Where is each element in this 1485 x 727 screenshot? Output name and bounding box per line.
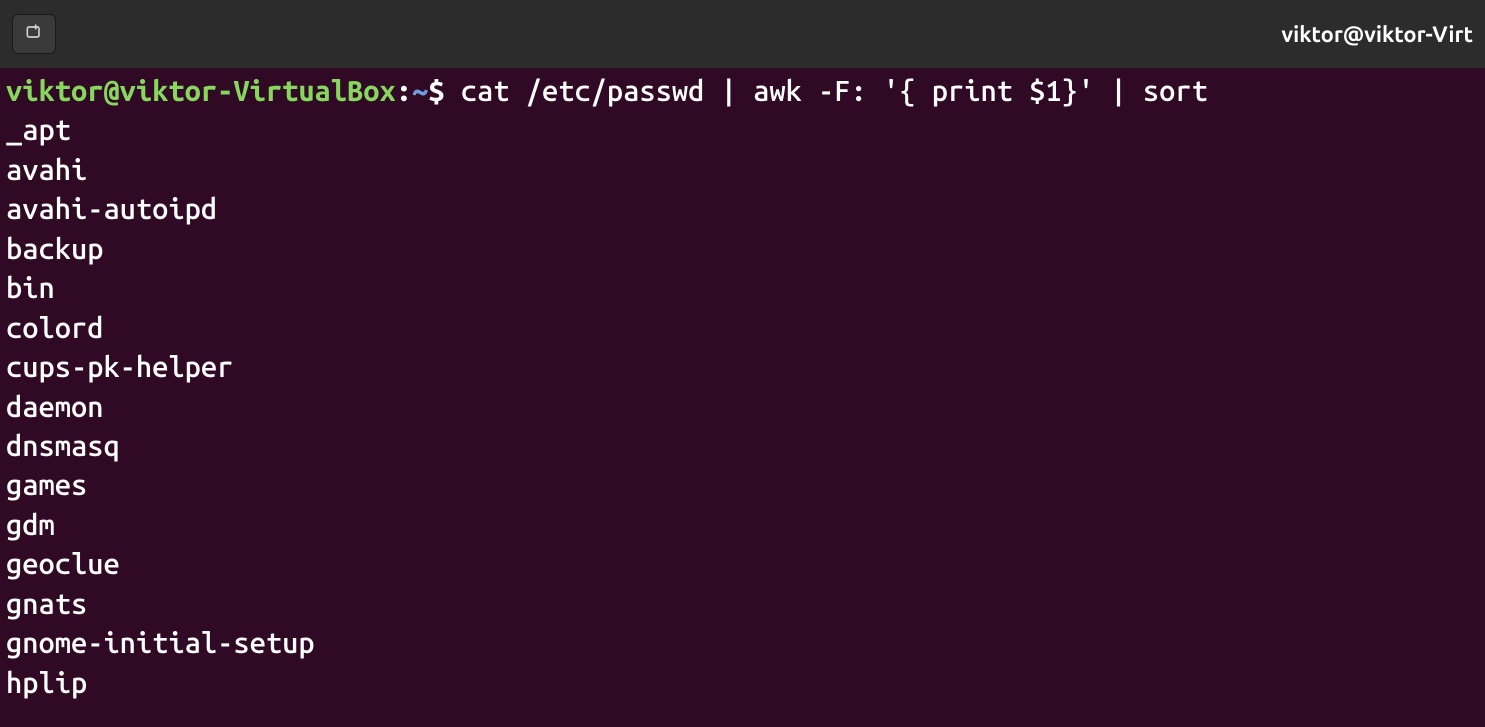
output-line: daemon (6, 388, 1479, 427)
output-container: _aptavahiavahi-autoipdbackupbincolordcup… (6, 111, 1479, 703)
window-title: viktor@viktor-Virt (1281, 22, 1473, 47)
output-line: dnsmasq (6, 427, 1479, 466)
output-line: hplip (6, 664, 1479, 703)
output-line: avahi-autoipd (6, 190, 1479, 229)
new-tab-icon (24, 22, 44, 46)
prompt-separator: : (396, 75, 412, 107)
output-line: bin (6, 269, 1479, 308)
prompt-symbol: $ (428, 75, 444, 107)
prompt-line: viktor@viktor-VirtualBox:~$ cat /etc/pas… (6, 72, 1479, 111)
output-line: gnome-initial-setup (6, 624, 1479, 663)
terminal-area[interactable]: viktor@viktor-VirtualBox:~$ cat /etc/pas… (0, 68, 1485, 727)
output-line: gdm (6, 506, 1479, 545)
output-line: gnats (6, 585, 1479, 624)
output-line: games (6, 466, 1479, 505)
output-line: colord (6, 309, 1479, 348)
output-line: _apt (6, 111, 1479, 150)
output-line: geoclue (6, 545, 1479, 584)
command-text: cat /etc/passwd | awk -F: '{ print $1}' … (445, 75, 1208, 107)
output-line: backup (6, 230, 1479, 269)
prompt-user-host: viktor@viktor-VirtualBox (6, 75, 396, 107)
new-tab-button[interactable] (12, 14, 56, 54)
titlebar: viktor@viktor-Virt (0, 0, 1485, 68)
prompt-path: ~ (412, 75, 428, 107)
output-line: avahi (6, 151, 1479, 190)
output-line: cups-pk-helper (6, 348, 1479, 387)
